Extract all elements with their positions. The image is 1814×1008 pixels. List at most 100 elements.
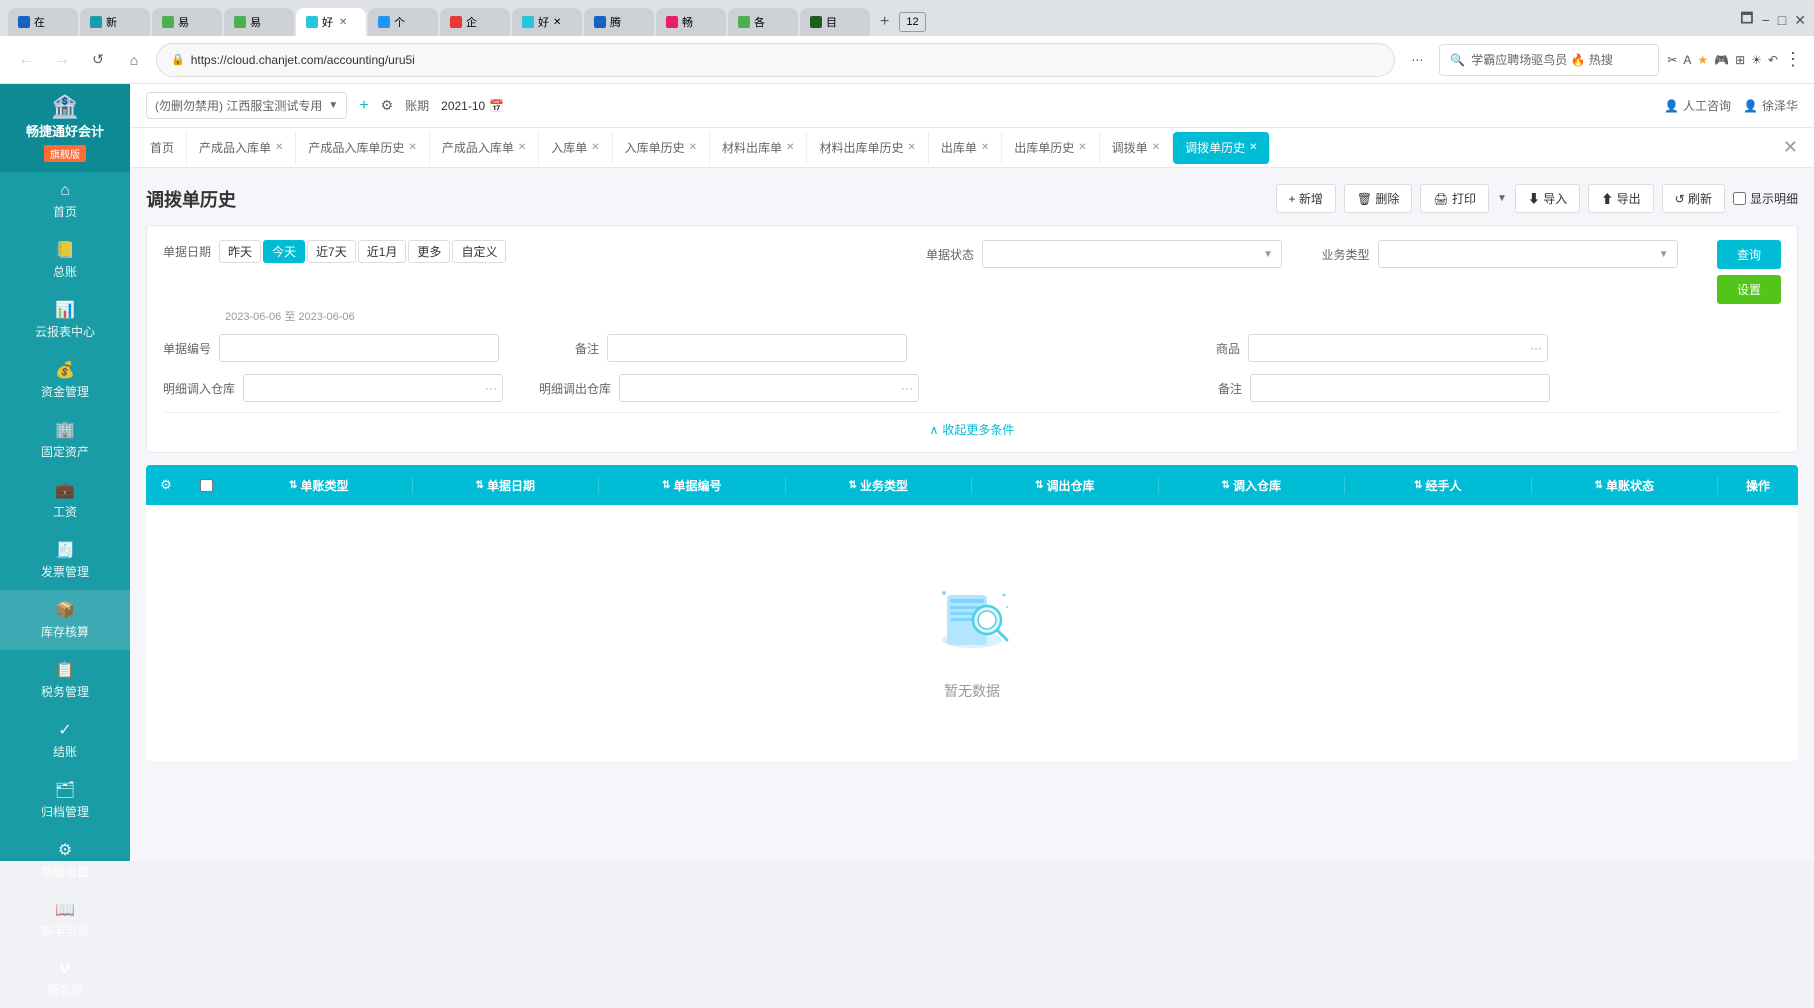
tab-transfer[interactable]: 调拨单 ✕ <box>1100 132 1173 164</box>
th-out-warehouse[interactable]: ⇅ 调出仓库 <box>972 477 1159 494</box>
tab-close[interactable]: ✕ <box>1152 142 1160 153</box>
sidebar-item-funds[interactable]: 💰 资金管理 <box>0 350 130 410</box>
detail-in-input[interactable] <box>243 374 503 402</box>
home-btn[interactable]: ⌂ <box>120 46 148 74</box>
browser-tab[interactable]: 好 ✕ <box>512 8 582 36</box>
browser-tab[interactable]: 在 <box>8 8 78 36</box>
sidebar-item-ledger[interactable]: 📒 总账 <box>0 230 130 290</box>
tab-close-icon[interactable]: ✕ <box>339 17 347 28</box>
tab-inbound[interactable]: 入库单 ✕ <box>539 132 612 164</box>
tab-close[interactable]: ✕ <box>1249 142 1257 153</box>
settings-icon[interactable]: ⚙ <box>381 97 394 114</box>
browser-tab[interactable]: 各 <box>728 8 798 36</box>
goods-input[interactable] <box>1248 334 1548 362</box>
back-btn[interactable]: ← <box>12 46 40 74</box>
sidebar-item-inventory[interactable]: 📦 库存核算 <box>0 590 130 650</box>
settings-btn[interactable]: 设置 <box>1717 275 1781 304</box>
date-more[interactable]: 更多 <box>408 240 450 263</box>
sidebar-item-guide[interactable]: 📖 新手引导 <box>0 890 130 950</box>
tab-close[interactable]: ✕ <box>518 142 526 153</box>
date-yesterday[interactable]: 昨天 <box>219 240 261 263</box>
tab-product-inbound[interactable]: 产成品入库单 ✕ <box>187 132 296 164</box>
tab-close-icon[interactable]: ✕ <box>553 17 561 28</box>
th-doc-date[interactable]: ⇅ 单据日期 <box>413 477 600 494</box>
date-today[interactable]: 今天 <box>263 240 305 263</box>
tab-close[interactable]: ✕ <box>408 142 416 153</box>
browser-tab[interactable]: 目 <box>800 8 870 36</box>
sidebar-item-tax[interactable]: 📋 税务管理 <box>0 650 130 710</box>
status-select[interactable]: ▼ <box>982 240 1282 268</box>
date-7days[interactable]: 近7天 <box>307 240 356 263</box>
delete-btn[interactable]: 🗑 删除 <box>1344 184 1413 213</box>
tab-close[interactable]: ✕ <box>275 142 283 153</box>
browser-tab[interactable]: 企 <box>440 8 510 36</box>
tab-close[interactable]: ✕ <box>907 142 915 153</box>
browser-tab[interactable]: 好 ✕ <box>296 8 366 36</box>
add-company-btn[interactable]: + <box>359 97 368 115</box>
refresh-btn[interactable]: ↺ <box>84 46 112 74</box>
maximize-btn[interactable]: □ <box>1778 12 1786 28</box>
tab-home[interactable]: 首页 <box>138 132 187 164</box>
doc-number-input[interactable] <box>219 334 499 362</box>
close-btn[interactable]: ✕ <box>1794 12 1806 29</box>
detail-out-dots-btn[interactable]: ··· <box>901 381 913 395</box>
th-handler[interactable]: ⇅ 经手人 <box>1345 477 1532 494</box>
tab-close[interactable]: ✕ <box>786 142 794 153</box>
tab-transfer-history[interactable]: 调拨单历史 ✕ <box>1173 132 1270 164</box>
tab-outbound[interactable]: 出库单 ✕ <box>929 132 1002 164</box>
restore-btn[interactable]: 🗖 <box>1740 8 1753 32</box>
tab-close-all[interactable]: ✕ <box>1775 137 1806 158</box>
tab-close[interactable]: ✕ <box>981 142 989 153</box>
forward-btn[interactable]: → <box>48 46 76 74</box>
th-doc-number[interactable]: ⇅ 单据编号 <box>599 477 786 494</box>
user-info[interactable]: 👤 徐泽华 <box>1743 97 1798 114</box>
th-in-warehouse[interactable]: ⇅ 调入仓库 <box>1159 477 1346 494</box>
browser-tab[interactable]: 个 <box>368 8 438 36</box>
date-1month[interactable]: 近1月 <box>358 240 407 263</box>
date-custom[interactable]: 自定义 <box>452 240 506 263</box>
tab-inbound-history[interactable]: 入库单历史 ✕ <box>613 132 710 164</box>
minimize-btn[interactable]: − <box>1762 12 1770 28</box>
detail-out-input[interactable] <box>619 374 919 402</box>
remark-input[interactable] <box>607 334 907 362</box>
company-selector[interactable]: (勿删勿禁用) 江西服宝测试专用 ▼ <box>146 92 347 119</box>
customer-service[interactable]: 👤 人工咨询 <box>1664 97 1731 114</box>
goods-dots-btn[interactable]: ··· <box>1530 341 1542 355</box>
tab-close[interactable]: ✕ <box>591 142 599 153</box>
period-value[interactable]: 2021-10 📅 <box>441 99 504 113</box>
tab-close[interactable]: ✕ <box>689 142 697 153</box>
print-dropdown-icon[interactable]: ▼ <box>1497 193 1507 204</box>
new-tab-btn[interactable]: + <box>872 8 897 36</box>
query-btn[interactable]: 查询 <box>1717 240 1781 269</box>
sidebar-item-home[interactable]: ⌂ 首页 <box>0 172 130 230</box>
sidebar-item-member[interactable]: V 畅会员 <box>0 950 130 1008</box>
search-bar[interactable]: 🔍 学霸应聘场驱鸟员 🔥 热搜 <box>1439 44 1659 76</box>
th-checkbox-cell[interactable] <box>186 479 226 492</box>
sidebar-item-assets[interactable]: 🏢 固定资产 <box>0 410 130 470</box>
browser-tab[interactable]: 易 <box>152 8 222 36</box>
display-detail-checkbox[interactable] <box>1733 192 1746 205</box>
tab-outbound-history[interactable]: 出库单历史 ✕ <box>1002 132 1099 164</box>
browser-tab[interactable]: 新 <box>80 8 150 36</box>
export-btn[interactable]: ⬆ 导出 <box>1588 184 1653 213</box>
select-all-checkbox[interactable] <box>200 479 213 492</box>
sidebar-item-invoice[interactable]: 🧾 发票管理 <box>0 530 130 590</box>
th-doc-type[interactable]: ⇅ 单账类型 <box>226 477 413 494</box>
browser-tab[interactable]: 腾 <box>584 8 654 36</box>
sidebar-item-settle[interactable]: ✓ 结账 <box>0 710 130 770</box>
address-bar[interactable]: 🔒 https://cloud.chanjet.com/accounting/u… <box>156 43 1395 77</box>
browser-tab[interactable]: 畅 <box>656 8 726 36</box>
th-settings[interactable]: ⚙ <box>146 477 186 493</box>
display-detail[interactable]: 显示明细 <box>1733 190 1798 207</box>
sidebar-item-basic[interactable]: ⚙ 基础设置 <box>0 830 130 890</box>
tab-close[interactable]: ✕ <box>1078 142 1086 153</box>
tab-product-inbound2[interactable]: 产成品入库单 ✕ <box>430 132 539 164</box>
business-type-select[interactable]: ▼ <box>1378 240 1678 268</box>
refresh-btn[interactable]: ↺ 刷新 <box>1662 184 1725 213</box>
tab-product-inbound-history[interactable]: 产成品入库单历史 ✕ <box>296 132 429 164</box>
tab-material-outbound[interactable]: 材料出库单 ✕ <box>710 132 807 164</box>
import-btn[interactable]: ⬇ 导入 <box>1515 184 1580 213</box>
sidebar-item-salary[interactable]: 💼 工资 <box>0 470 130 530</box>
th-status[interactable]: ⇅ 单账状态 <box>1532 477 1719 494</box>
sidebar-item-archive[interactable]: 🗂 归档管理 <box>0 770 130 830</box>
